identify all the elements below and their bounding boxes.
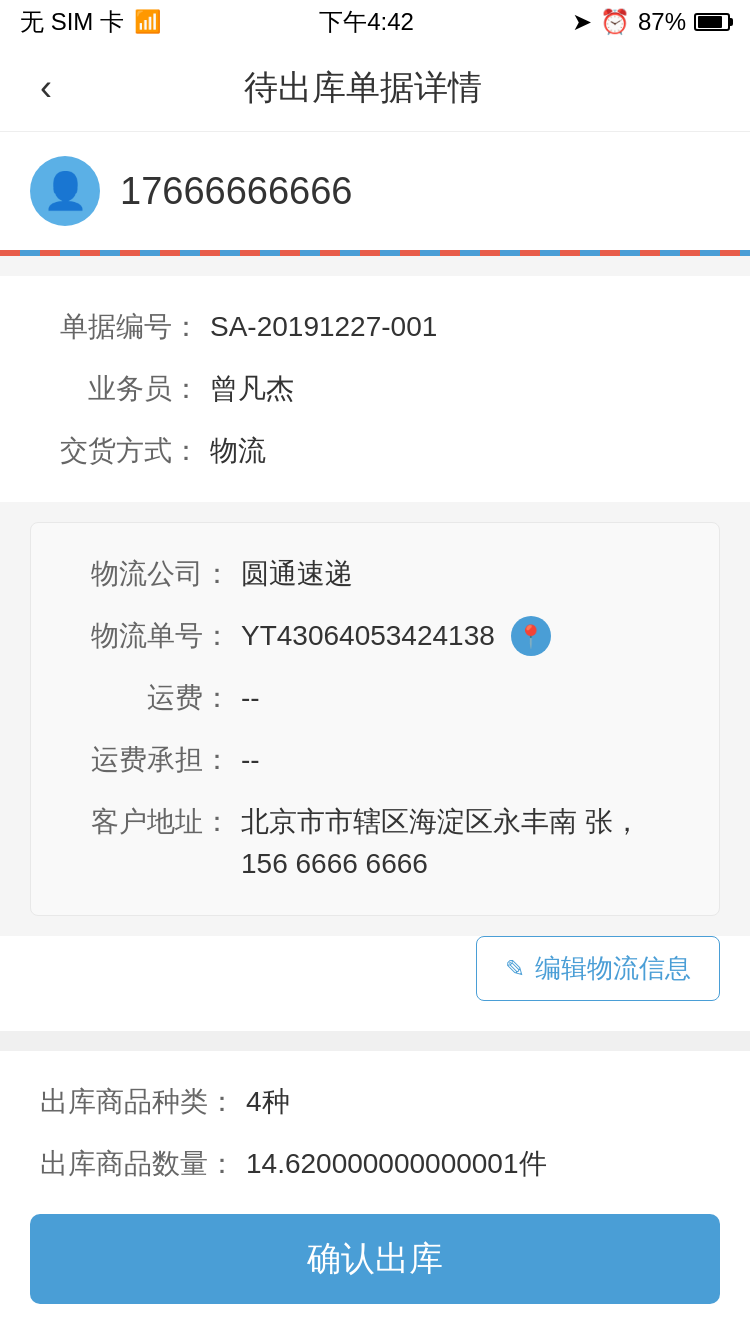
logistics-company-label: 物流公司： — [71, 553, 231, 595]
tracking-number-row: 物流单号： YT43064053424138 📍 — [71, 615, 679, 657]
back-button[interactable]: ‹ — [30, 57, 62, 119]
product-quantity-value: 14.620000000000001件 — [246, 1143, 710, 1185]
logistics-card: 物流公司： 圆通速递 物流单号： YT43064053424138 📍 运费： … — [30, 522, 720, 916]
dashed-separator — [0, 250, 750, 256]
product-quantity-row: 出库商品数量： 14.620000000000001件 — [40, 1143, 710, 1185]
tracking-number-value: YT43064053424138 📍 — [241, 615, 679, 657]
map-location-icon[interactable]: 📍 — [511, 616, 551, 656]
logistics-company-value: 圆通速递 — [241, 553, 679, 595]
confirm-btn-label: 确认出库 — [307, 1236, 443, 1282]
delivery-method-value: 物流 — [210, 430, 710, 472]
status-bar: 无 SIM 卡 📶 下午4:42 ➤ ⏰ 87% — [0, 0, 750, 44]
customer-header: 👤 17666666666 — [0, 132, 750, 250]
freight-bearer-value: -- — [241, 739, 679, 781]
document-info-section: 单据编号： SA-20191227-001 业务员： 曾凡杰 交货方式： 物流 — [0, 276, 750, 502]
product-quantity-label: 出库商品数量： — [40, 1143, 236, 1185]
edit-logistics-label: 编辑物流信息 — [535, 951, 691, 986]
page-title: 待出库单据详情 — [62, 65, 664, 111]
product-types-label: 出库商品种类： — [40, 1081, 236, 1123]
avatar: 👤 — [30, 156, 100, 226]
document-number-label: 单据编号： — [40, 306, 200, 348]
freight-bearer-label: 运费承担： — [71, 739, 231, 781]
freight-row: 运费： -- — [71, 677, 679, 719]
salesperson-label: 业务员： — [40, 368, 200, 410]
battery-percent: 87% — [638, 8, 686, 36]
nav-bar: ‹ 待出库单据详情 — [0, 44, 750, 132]
product-types-value: 4种 — [246, 1081, 710, 1123]
logistics-company-row: 物流公司： 圆通速递 — [71, 553, 679, 595]
wifi-icon: 📶 — [134, 9, 161, 35]
delivery-method-row: 交货方式： 物流 — [40, 430, 710, 472]
confirm-outbound-button[interactable]: 确认出库 — [30, 1214, 720, 1304]
delivery-method-label: 交货方式： — [40, 430, 200, 472]
alarm-icon: ⏰ — [600, 8, 630, 36]
edit-icon: ✎ — [505, 955, 525, 983]
battery-icon — [694, 13, 730, 31]
stats-section: 出库商品种类： 4种 出库商品数量： 14.620000000000001件 — [0, 1051, 750, 1215]
freight-bearer-row: 运费承担： -- — [71, 739, 679, 781]
customer-address-value: 北京市市辖区海淀区永丰南 张，156 6666 6666 — [241, 801, 679, 885]
document-number-row: 单据编号： SA-20191227-001 — [40, 306, 710, 348]
edit-btn-row: ✎ 编辑物流信息 — [0, 936, 750, 1031]
product-types-row: 出库商品种类： 4种 — [40, 1081, 710, 1123]
document-number-value: SA-20191227-001 — [210, 306, 710, 348]
status-right: ➤ ⏰ 87% — [572, 8, 730, 36]
tracking-number-label: 物流单号： — [71, 615, 231, 657]
status-left: 无 SIM 卡 📶 — [20, 6, 161, 38]
customer-phone: 17666666666 — [120, 170, 352, 213]
customer-address-row: 客户地址： 北京市市辖区海淀区永丰南 张，156 6666 6666 — [71, 801, 679, 885]
customer-address-label: 客户地址： — [71, 801, 231, 843]
section-divider — [0, 1031, 750, 1051]
avatar-icon: 👤 — [43, 170, 88, 212]
salesperson-row: 业务员： 曾凡杰 — [40, 368, 710, 410]
salesperson-value: 曾凡杰 — [210, 368, 710, 410]
carrier-text: 无 SIM 卡 — [20, 6, 124, 38]
freight-label: 运费： — [71, 677, 231, 719]
freight-value: -- — [241, 677, 679, 719]
location-status-icon: ➤ — [572, 8, 592, 36]
confirm-btn-container: 确认出库 — [0, 1194, 750, 1334]
time-display: 下午4:42 — [319, 6, 414, 38]
edit-logistics-button[interactable]: ✎ 编辑物流信息 — [476, 936, 720, 1001]
